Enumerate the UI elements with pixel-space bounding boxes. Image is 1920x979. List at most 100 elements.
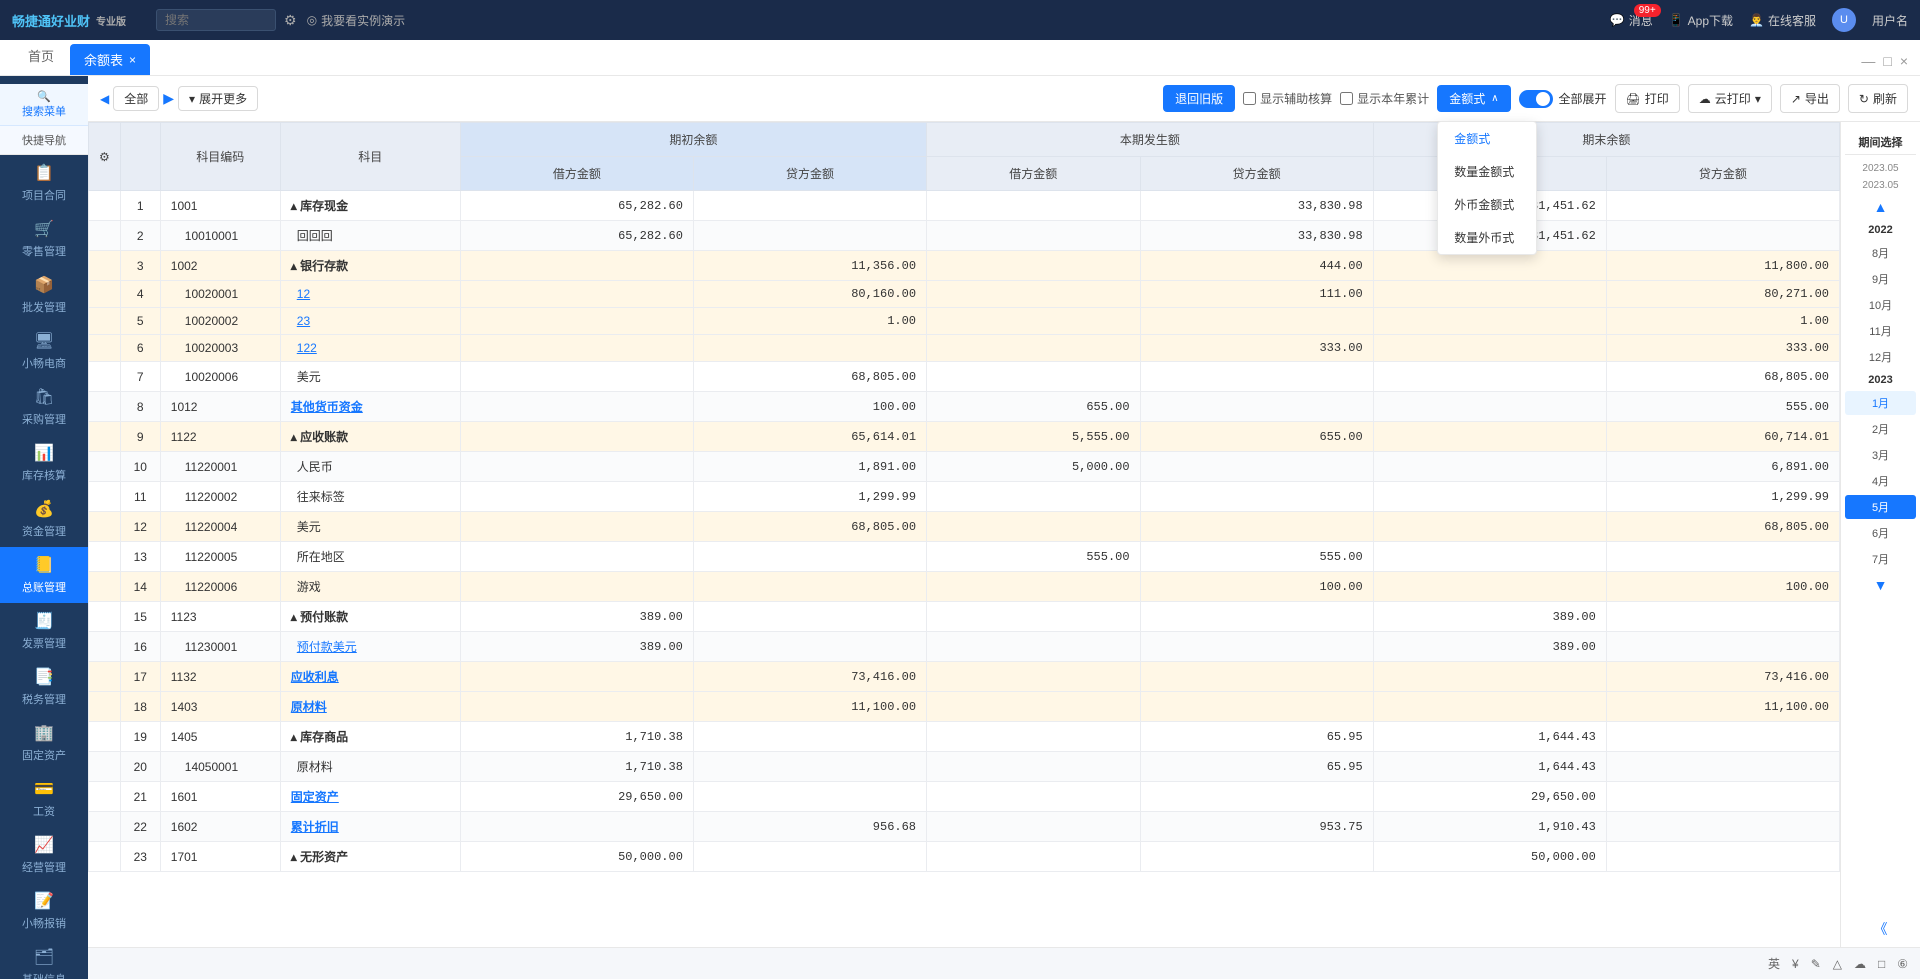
period-month-8[interactable]: 8月 xyxy=(1845,241,1916,265)
export-btn[interactable]: ↗ 导出 xyxy=(1780,84,1840,113)
row-no: 14 xyxy=(120,572,160,602)
maximize-icon[interactable]: □ xyxy=(1883,53,1891,69)
period-month-3[interactable]: 3月 xyxy=(1845,443,1916,467)
search-input[interactable] xyxy=(156,9,276,31)
table-container: ⚙ 科目编码 科目 期初余额 本期发生额 期末余额 借方金额 贷方金额 借方金额 xyxy=(88,122,1840,947)
message-btn[interactable]: 💬 消息 99+ xyxy=(1610,12,1653,29)
auxiliary-check[interactable] xyxy=(1243,92,1256,105)
ytd-check[interactable] xyxy=(1340,92,1353,105)
period-end-label: 2023.05 xyxy=(1845,178,1916,193)
period-month-2[interactable]: 2月 xyxy=(1845,417,1916,441)
row-subject[interactable]: 原材料 xyxy=(280,692,460,722)
sidebar-item-salary[interactable]: 💳 工资 xyxy=(0,771,88,827)
row-curr-credit: 555.00 xyxy=(1140,542,1373,572)
mode-amount[interactable]: 金额式 xyxy=(1438,122,1536,155)
row-open-debit: 65,282.60 xyxy=(460,221,693,251)
app-logo: 畅捷通好业财 专业版 xyxy=(12,11,126,30)
sidebar-item-tax[interactable]: 📑 税务管理 xyxy=(0,659,88,715)
show-ytd-checkbox[interactable]: 显示本年累计 xyxy=(1340,90,1429,107)
row-settings xyxy=(89,482,121,512)
alert-icon[interactable]: △ xyxy=(1833,957,1842,971)
gear-icon[interactable]: ⚙ xyxy=(284,12,297,29)
currency-icon[interactable]: ¥ xyxy=(1792,957,1799,971)
window-icon[interactable]: □ xyxy=(1878,957,1885,971)
row-subject: 美元 xyxy=(280,362,460,392)
period-month-5[interactable]: 5月 xyxy=(1845,495,1916,519)
expand-all-toggle[interactable]: 全部展开 xyxy=(1519,90,1607,108)
app-download-btn[interactable]: 📱 App下载 xyxy=(1669,12,1733,29)
sidebar-item-retail[interactable]: 🛒 零售管理 xyxy=(0,211,88,267)
row-close-credit: 11,800.00 xyxy=(1606,251,1839,281)
row-close-debit xyxy=(1373,335,1606,362)
period-month-1[interactable]: 1月 xyxy=(1845,391,1916,415)
row-subject[interactable]: 固定资产 xyxy=(280,782,460,812)
row-subject[interactable]: 122 xyxy=(280,335,460,362)
col-settings[interactable]: ⚙ xyxy=(89,123,121,191)
sidebar-item-ledger[interactable]: 📒 总账管理 xyxy=(0,547,88,603)
sidebar-item-invoice[interactable]: 🧾 发票管理 xyxy=(0,603,88,659)
toggle-on-btn[interactable] xyxy=(1519,90,1553,108)
period-nav-up[interactable]: ▲ xyxy=(1874,199,1888,215)
sidebar-item-operations[interactable]: 📈 经营管理 xyxy=(0,827,88,883)
sidebar-item-ecommerce[interactable]: 🖥 小畅电商 xyxy=(0,323,88,379)
tab-close-icon[interactable]: × xyxy=(129,53,136,67)
print-btn[interactable]: 🖨 打印 xyxy=(1615,84,1680,113)
period-month-10[interactable]: 10月 xyxy=(1845,293,1916,317)
sidebar-item-inventory[interactable]: 📊 库存核算 xyxy=(0,435,88,491)
breadcrumb-all[interactable]: 全部 xyxy=(113,86,159,111)
mode-qty-foreign[interactable]: 数量外币式 xyxy=(1438,221,1536,254)
misc-icon[interactable]: ⑥ xyxy=(1897,957,1908,971)
period-year-2023: 2023 xyxy=(1845,371,1916,389)
demo-link[interactable]: ◎ 我要看实例演示 xyxy=(307,12,406,29)
back-nav-icon[interactable]: ◀ xyxy=(100,92,109,106)
period-nav-down-btn[interactable]: ▼ xyxy=(1874,577,1888,593)
back-old-version-btn[interactable]: 退回旧版 xyxy=(1163,85,1235,112)
sidebar-item-purchase[interactable]: 🛍 采购管理 xyxy=(0,379,88,435)
sidebar-item-capital[interactable]: 💰 资金管理 xyxy=(0,491,88,547)
period-month-6[interactable]: 6月 xyxy=(1845,521,1916,545)
period-month-12[interactable]: 12月 xyxy=(1845,345,1916,369)
row-subject: ▴ 库存现金 xyxy=(280,191,460,221)
sidebar-item-assets[interactable]: 🏢 固定资产 xyxy=(0,715,88,771)
row-subject[interactable]: 23 xyxy=(280,308,460,335)
online-service-btn[interactable]: 👨‍💼 在线客服 xyxy=(1749,12,1816,29)
row-subject[interactable]: 12 xyxy=(280,281,460,308)
sidebar-item-project[interactable]: 📋 项目合同 xyxy=(0,155,88,211)
table-row: 91122▴ 应收账款65,614.015,555.00655.0060,714… xyxy=(89,422,1840,452)
sidebar-item-basic[interactable]: 🗂 基础信息 xyxy=(0,939,88,979)
row-close-debit: 389.00 xyxy=(1373,632,1606,662)
show-auxiliary-checkbox[interactable]: 显示辅助核算 xyxy=(1243,90,1332,107)
period-collapse-btn[interactable]: 《 xyxy=(1845,919,1916,939)
row-curr-debit xyxy=(927,632,1141,662)
sidebar-search[interactable]: 🔍 搜索菜单 xyxy=(0,84,88,126)
row-curr-credit xyxy=(1140,308,1373,335)
close-window-icon[interactable]: × xyxy=(1900,53,1908,69)
cloud-icon[interactable]: ☁ xyxy=(1854,957,1866,971)
mode-qty-amount[interactable]: 数量金额式 xyxy=(1438,155,1536,188)
avatar[interactable]: U xyxy=(1832,8,1856,32)
cloud-print-btn[interactable]: ☁ 云打印 ▾ xyxy=(1688,84,1772,113)
row-subject[interactable]: 预付款美元 xyxy=(280,632,460,662)
edit-icon[interactable]: ✎ xyxy=(1811,957,1821,971)
mode-dropdown-btn[interactable]: 金额式 ∧ xyxy=(1437,85,1510,112)
row-settings xyxy=(89,308,121,335)
lang-icon[interactable]: 英 xyxy=(1768,955,1780,972)
row-subject[interactable]: 累计折旧 xyxy=(280,812,460,842)
refresh-btn[interactable]: ↻ 刷新 xyxy=(1848,84,1908,113)
row-subject[interactable]: 应收利息 xyxy=(280,662,460,692)
period-month-7[interactable]: 7月 xyxy=(1845,547,1916,571)
sidebar-item-report[interactable]: 📝 小畅报销 xyxy=(0,883,88,939)
period-month-11[interactable]: 11月 xyxy=(1845,319,1916,343)
row-curr-credit: 33,830.98 xyxy=(1140,191,1373,221)
restore-icon[interactable]: — xyxy=(1861,53,1875,69)
period-month-9[interactable]: 9月 xyxy=(1845,267,1916,291)
expand-more-btn[interactable]: ▾ 展开更多 xyxy=(178,86,258,111)
mode-foreign-amount[interactable]: 外币金额式 xyxy=(1438,188,1536,221)
row-open-credit: 11,100.00 xyxy=(693,692,926,722)
tab-balance-sheet[interactable]: 余额表 × xyxy=(70,44,150,75)
sidebar-item-wholesale[interactable]: 📦 批发管理 xyxy=(0,267,88,323)
row-subject[interactable]: 其他货币资金 xyxy=(280,392,460,422)
period-month-4[interactable]: 4月 xyxy=(1845,469,1916,493)
sidebar-quick-nav[interactable]: 快捷导航 xyxy=(0,126,88,155)
tab-home[interactable]: 首页 xyxy=(12,38,70,75)
